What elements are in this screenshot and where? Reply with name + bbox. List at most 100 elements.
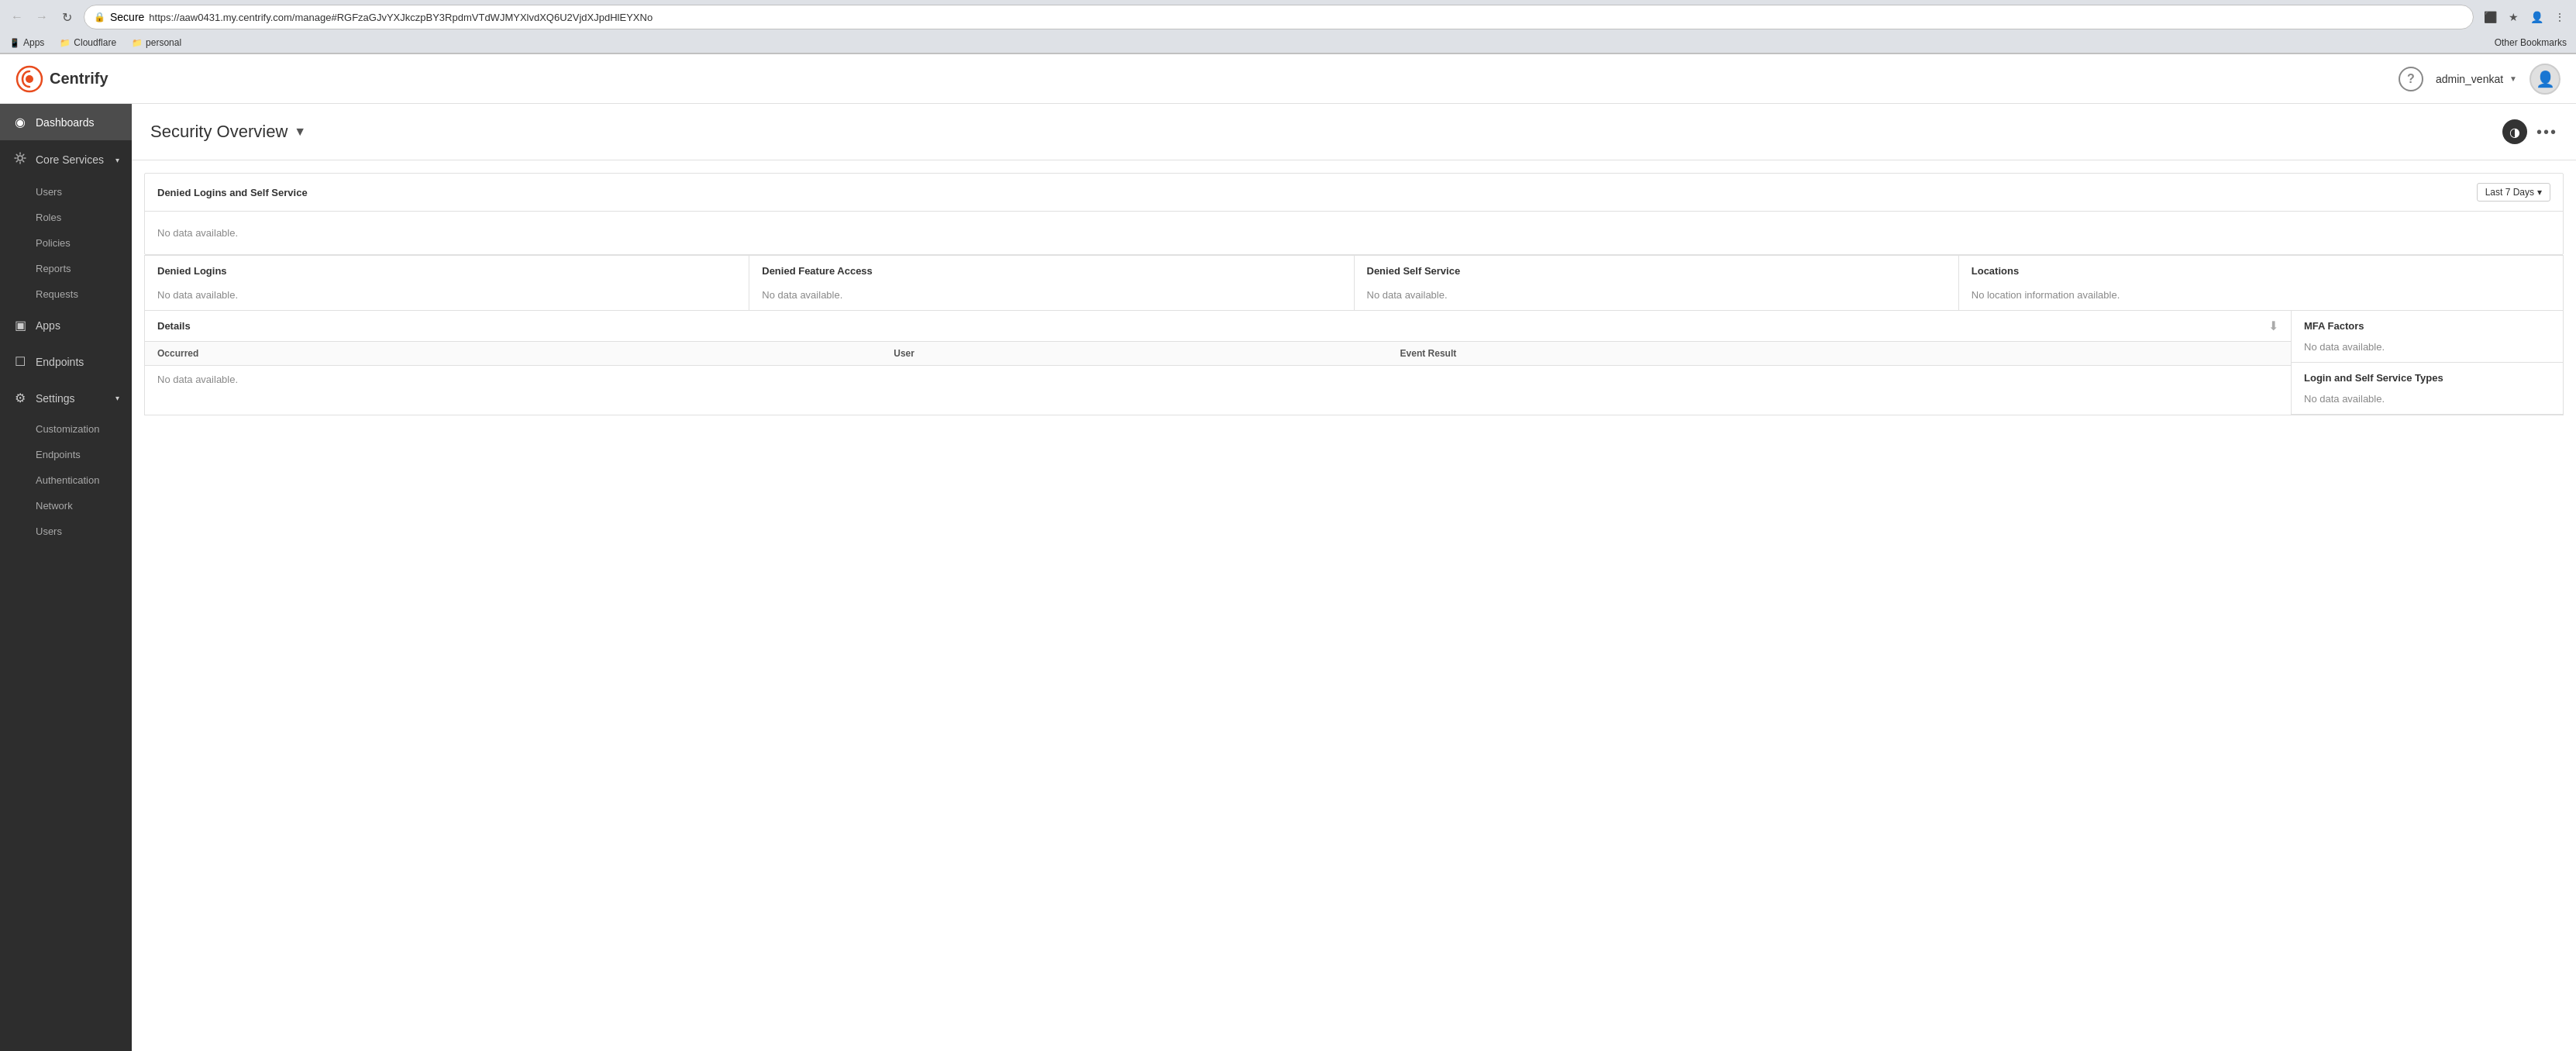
table-row: No data available. — [145, 366, 2291, 394]
contrast-button[interactable]: ◑ — [2502, 119, 2527, 144]
other-bookmarks[interactable]: Other Bookmarks — [2492, 36, 2570, 50]
svg-point-2 — [18, 156, 22, 160]
avatar[interactable]: 👤 — [2530, 64, 2561, 95]
denied-self-service-no-data: No data available. — [1367, 289, 1946, 301]
sidebar-item-authentication[interactable]: Authentication — [0, 467, 132, 493]
date-selector-label: Last 7 Days — [2485, 187, 2534, 198]
locations-no-data: No location information available. — [1972, 289, 2550, 301]
page-title-dropdown[interactable]: ▼ — [294, 125, 306, 139]
sidebar-item-dashboards-label: Dashboards — [36, 116, 95, 129]
content-area: Security Overview ▼ ◑ ••• Denied Logins … — [132, 104, 2576, 1051]
details-table: Occurred User Event Result No data avail… — [145, 342, 2291, 393]
sidebar-item-users[interactable]: Users — [0, 179, 132, 205]
details-panel: Details ⬇ Occurred User Event Result — [145, 311, 2292, 415]
url-text: https://aaw0431.my.centrify.com/manage#R… — [149, 12, 2464, 23]
sidebar-item-apps[interactable]: ▣ Apps — [0, 307, 132, 343]
right-side-panels: MFA Factors No data available. Login and… — [2292, 311, 2563, 415]
svg-point-1 — [26, 75, 33, 83]
settings-chevron: ▾ — [115, 394, 119, 402]
sidebar-users-sub-label: Users — [36, 526, 62, 537]
user-menu[interactable]: admin_venkat ▼ — [2436, 73, 2517, 85]
page-header-actions: ◑ ••• — [2502, 119, 2557, 144]
sidebar-requests-label: Requests — [36, 288, 78, 300]
sidebar-network-label: Network — [36, 500, 73, 512]
sidebar-item-settings[interactable]: ⚙ Settings ▾ — [0, 380, 132, 416]
core-services-icon — [12, 151, 28, 168]
sidebar-item-apps-label: Apps — [36, 319, 60, 332]
avatar-icon: 👤 — [2536, 70, 2555, 88]
reload-button[interactable]: ↻ — [56, 6, 77, 28]
browser-chrome: ← → ↻ 🔒 Secure https://aaw0431.my.centri… — [0, 0, 2576, 54]
occurred-header: Occurred — [145, 342, 881, 366]
app-header: Centrify ? admin_venkat ▼ 👤 — [0, 54, 2576, 104]
logo-text: Centrify — [50, 70, 108, 88]
locations-title: Locations — [1972, 265, 2550, 277]
sidebar-item-requests[interactable]: Requests — [0, 281, 132, 307]
top-section-header: Denied Logins and Self Service Last 7 Da… — [145, 174, 2563, 212]
profile-button[interactable]: 👤 — [2526, 7, 2547, 27]
sidebar-roles-label: Roles — [36, 212, 61, 223]
sidebar-authentication-label: Authentication — [36, 474, 99, 486]
mfa-factors-panel: MFA Factors No data available. — [2292, 311, 2563, 363]
details-title: Details — [157, 320, 191, 332]
help-button[interactable]: ? — [2399, 67, 2423, 91]
forward-button[interactable]: → — [31, 6, 53, 28]
sidebar-item-endpoints-sub[interactable]: Endpoints — [0, 442, 132, 467]
login-types-title: Login and Self Service Types — [2304, 372, 2550, 384]
settings-icon: ⚙ — [12, 391, 28, 405]
username-label: admin_venkat — [2436, 73, 2503, 85]
sidebar-item-policies[interactable]: Policies — [0, 230, 132, 256]
centrify-logo: Centrify — [15, 65, 108, 93]
sidebar-item-settings-label: Settings — [36, 392, 75, 405]
details-table-body: No data available. — [145, 366, 2291, 394]
bookmark-cloudflare-label: Cloudflare — [74, 37, 116, 48]
back-button[interactable]: ← — [6, 6, 28, 28]
sidebar-item-customization[interactable]: Customization — [0, 416, 132, 442]
denied-feature-access-title: Denied Feature Access — [762, 265, 1341, 277]
bookmark-personal-label: personal — [146, 37, 181, 48]
address-bar[interactable]: 🔒 Secure https://aaw0431.my.centrify.com… — [84, 5, 2474, 29]
sidebar-customization-label: Customization — [36, 423, 99, 435]
details-table-head: Occurred User Event Result — [145, 342, 2291, 366]
four-col-grid: Denied Logins No data available. Denied … — [144, 255, 2564, 311]
denied-logins-no-data: No data available. — [157, 289, 736, 301]
event-result-header: Event Result — [1388, 342, 2291, 366]
date-selector[interactable]: Last 7 Days ▾ — [2477, 183, 2550, 202]
top-section-no-data: No data available. — [145, 212, 2563, 254]
lower-layout: Details ⬇ Occurred User Event Result — [144, 311, 2564, 415]
sidebar-item-core-services[interactable]: Core Services ▾ — [0, 140, 132, 179]
more-options-button[interactable]: ••• — [2536, 123, 2557, 141]
date-selector-chevron: ▾ — [2537, 187, 2542, 198]
sidebar-item-network[interactable]: Network — [0, 493, 132, 519]
mfa-factors-title: MFA Factors — [2304, 320, 2550, 332]
bookmarks-bar: 📱 Apps 📁 Cloudflare 📁 personal Other Boo… — [0, 34, 2576, 53]
apps-bookmark-icon: 📱 — [9, 38, 20, 48]
endpoints-icon: ☐ — [12, 354, 28, 369]
sidebar-item-endpoints[interactable]: ☐ Endpoints — [0, 343, 132, 380]
apps-icon: ▣ — [12, 318, 28, 333]
sidebar-item-roles[interactable]: Roles — [0, 205, 132, 230]
header-right: ? admin_venkat ▼ 👤 — [2399, 64, 2561, 95]
sidebar-item-reports[interactable]: Reports — [0, 256, 132, 281]
bookmark-cloudflare[interactable]: 📁 Cloudflare — [57, 36, 119, 50]
core-services-svg — [13, 151, 27, 165]
denied-logins-cell: Denied Logins No data available. — [145, 255, 749, 310]
dashboard-content: Denied Logins and Self Service Last 7 Da… — [132, 173, 2576, 415]
core-services-chevron: ▾ — [115, 156, 119, 164]
download-button[interactable]: ⬇ — [2268, 319, 2278, 333]
login-self-service-types-panel: Login and Self Service Types No data ava… — [2292, 363, 2563, 415]
bookmark-apps[interactable]: 📱 Apps — [6, 36, 47, 50]
bookmark-personal[interactable]: 📁 personal — [129, 36, 184, 50]
sidebar-item-users-sub[interactable]: Users — [0, 519, 132, 544]
sidebar-policies-label: Policies — [36, 237, 71, 249]
sidebar: ◉ Dashboards Core Services ▾ Users Roles… — [0, 104, 132, 1051]
bookmark-button[interactable]: ★ — [2503, 7, 2523, 27]
other-bookmarks-label: Other Bookmarks — [2495, 37, 2567, 48]
centrify-logo-icon — [15, 65, 43, 93]
mfa-factors-no-data: No data available. — [2304, 341, 2550, 353]
sidebar-item-core-services-label: Core Services — [36, 153, 104, 166]
menu-button[interactable]: ⋮ — [2550, 7, 2570, 27]
sidebar-item-dashboards[interactable]: ◉ Dashboards — [0, 104, 132, 140]
cloudflare-bookmark-icon: 📁 — [60, 38, 71, 48]
extensions-button[interactable]: ⬛ — [2480, 7, 2500, 27]
